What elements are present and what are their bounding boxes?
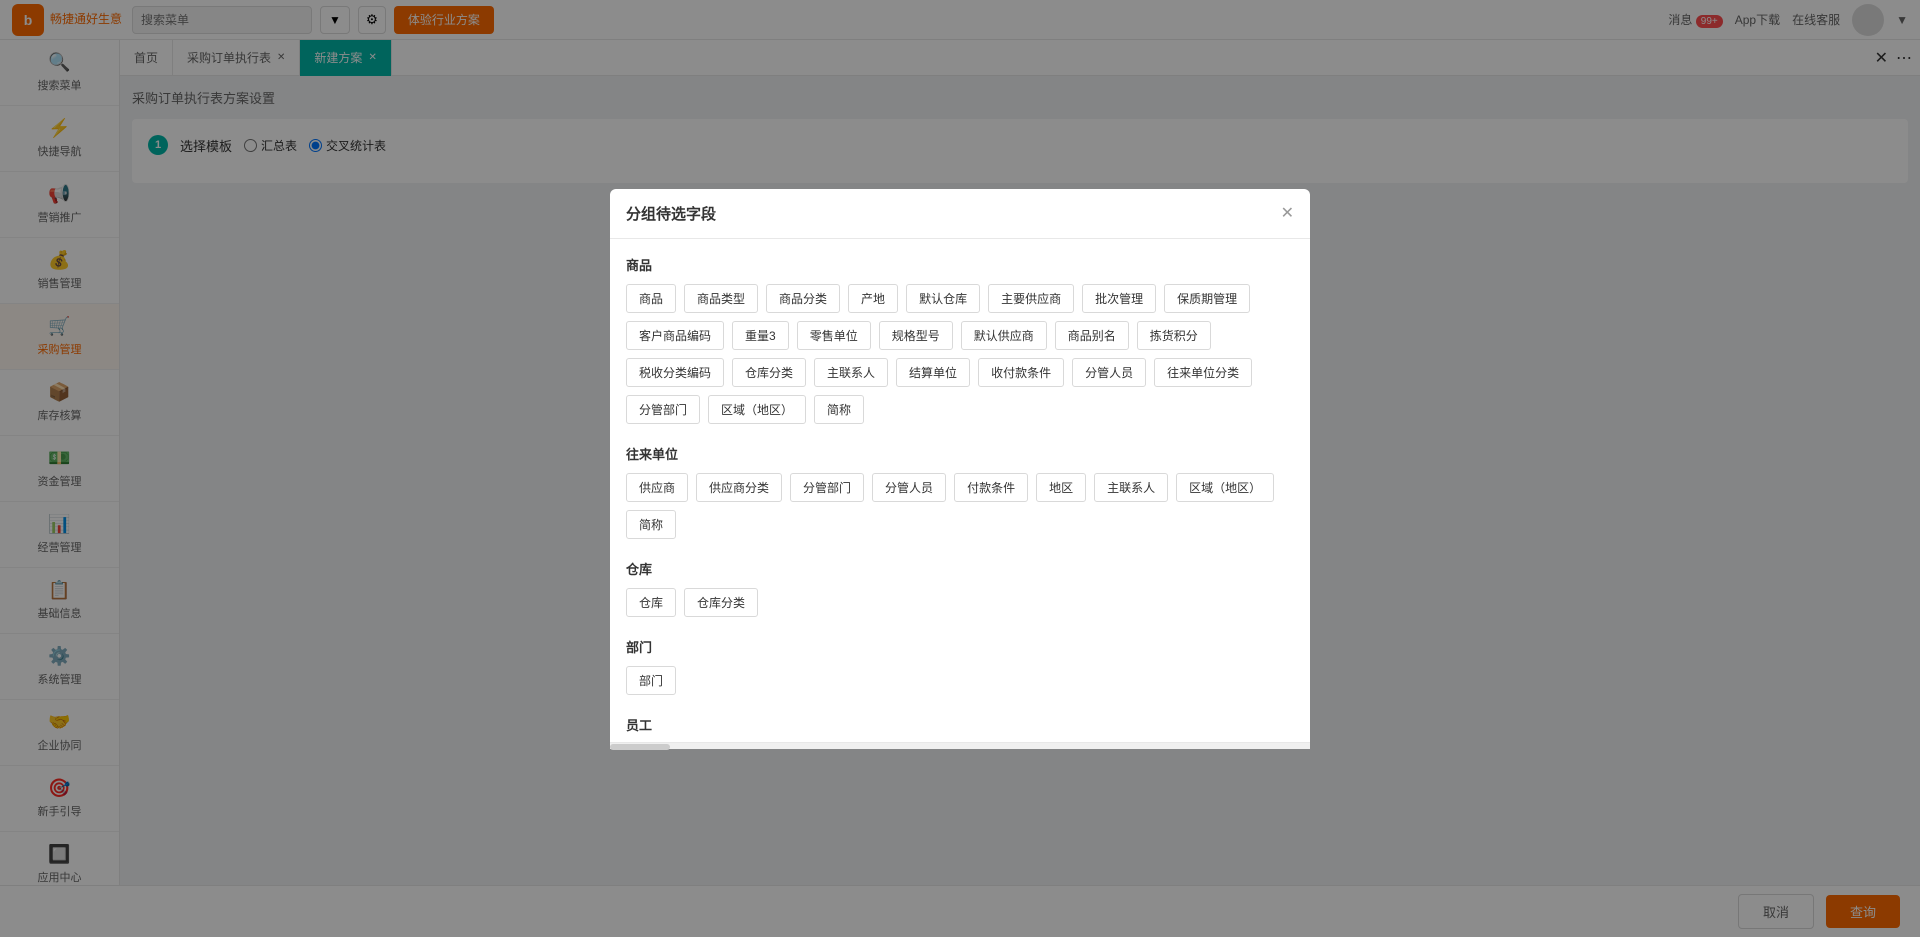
section-product: 商品 商品 商品类型 商品分类 产地 默认仓库 主要供应商 批次管理 保质期管理…	[626, 255, 1294, 424]
field-tag[interactable]: 保质期管理	[1164, 284, 1250, 313]
section-counterpart-tags: 供应商 供应商分类 分管部门 分管人员 付款条件 地区 主联系人 区域（地区） …	[626, 473, 1294, 539]
modal-overlay: 分组待选字段 ✕ 商品 商品 商品类型 商品分类 产地 默认仓库 主要供应商 批…	[0, 0, 1920, 937]
field-tag[interactable]: 供应商	[626, 473, 688, 502]
field-tag[interactable]: 供应商分类	[696, 473, 782, 502]
section-employee: 员工 业务员	[626, 715, 1294, 743]
field-tag[interactable]: 分管人员	[1072, 358, 1146, 387]
field-tag[interactable]: 商品	[626, 284, 676, 313]
modal-header: 分组待选字段 ✕	[610, 189, 1310, 239]
field-tag[interactable]: 商品分类	[766, 284, 840, 313]
field-tag[interactable]: 分管人员	[872, 473, 946, 502]
field-tag[interactable]: 商品别名	[1055, 321, 1129, 350]
field-tag[interactable]: 分管部门	[626, 395, 700, 424]
section-department-title: 部门	[626, 637, 1294, 656]
field-tag[interactable]: 仓库	[626, 588, 676, 617]
field-tag[interactable]: 地区	[1036, 473, 1086, 502]
field-tag[interactable]: 主联系人	[814, 358, 888, 387]
field-tag[interactable]: 主要供应商	[988, 284, 1074, 313]
field-tag[interactable]: 简称	[814, 395, 864, 424]
modal-body: 商品 商品 商品类型 商品分类 产地 默认仓库 主要供应商 批次管理 保质期管理…	[610, 239, 1310, 743]
modal-dialog: 分组待选字段 ✕ 商品 商品 商品类型 商品分类 产地 默认仓库 主要供应商 批…	[610, 189, 1310, 749]
field-tag[interactable]: 规格型号	[879, 321, 953, 350]
modal-title: 分组待选字段	[626, 203, 716, 224]
field-tag[interactable]: 仓库分类	[684, 588, 758, 617]
section-warehouse-tags: 仓库 仓库分类	[626, 588, 1294, 617]
field-tag[interactable]: 产地	[848, 284, 898, 313]
field-tag[interactable]: 商品类型	[684, 284, 758, 313]
section-product-tags: 商品 商品类型 商品分类 产地 默认仓库 主要供应商 批次管理 保质期管理 客户…	[626, 284, 1294, 424]
field-tag[interactable]: 税收分类编码	[626, 358, 724, 387]
field-tag[interactable]: 分管部门	[790, 473, 864, 502]
section-product-title: 商品	[626, 255, 1294, 274]
section-counterpart: 往来单位 供应商 供应商分类 分管部门 分管人员 付款条件 地区 主联系人 区域…	[626, 444, 1294, 539]
field-tag[interactable]: 零售单位	[797, 321, 871, 350]
modal-close-button[interactable]: ✕	[1281, 203, 1294, 223]
field-tag[interactable]: 付款条件	[954, 473, 1028, 502]
section-warehouse: 仓库 仓库 仓库分类	[626, 559, 1294, 617]
field-tag[interactable]: 简称	[626, 510, 676, 539]
field-tag[interactable]: 区域（地区）	[1176, 473, 1274, 502]
field-tag[interactable]: 仓库分类	[732, 358, 806, 387]
field-tag[interactable]: 批次管理	[1082, 284, 1156, 313]
scrollbar-thumb	[610, 744, 670, 750]
field-tag[interactable]: 客户商品编码	[626, 321, 724, 350]
section-employee-title: 员工	[626, 715, 1294, 734]
modal-horizontal-scrollbar[interactable]	[610, 742, 1310, 748]
field-tag[interactable]: 区域（地区）	[708, 395, 806, 424]
section-department-tags: 部门	[626, 666, 1294, 695]
section-counterpart-title: 往来单位	[626, 444, 1294, 463]
section-department: 部门 部门	[626, 637, 1294, 695]
field-tag[interactable]: 拣货积分	[1137, 321, 1211, 350]
field-tag[interactable]: 默认仓库	[906, 284, 980, 313]
field-tag[interactable]: 结算单位	[896, 358, 970, 387]
section-warehouse-title: 仓库	[626, 559, 1294, 578]
field-tag[interactable]: 重量3	[732, 321, 789, 350]
field-tag[interactable]: 默认供应商	[961, 321, 1047, 350]
field-tag[interactable]: 部门	[626, 666, 676, 695]
field-tag[interactable]: 往来单位分类	[1154, 358, 1252, 387]
field-tag[interactable]: 主联系人	[1094, 473, 1168, 502]
field-tag[interactable]: 收付款条件	[978, 358, 1064, 387]
